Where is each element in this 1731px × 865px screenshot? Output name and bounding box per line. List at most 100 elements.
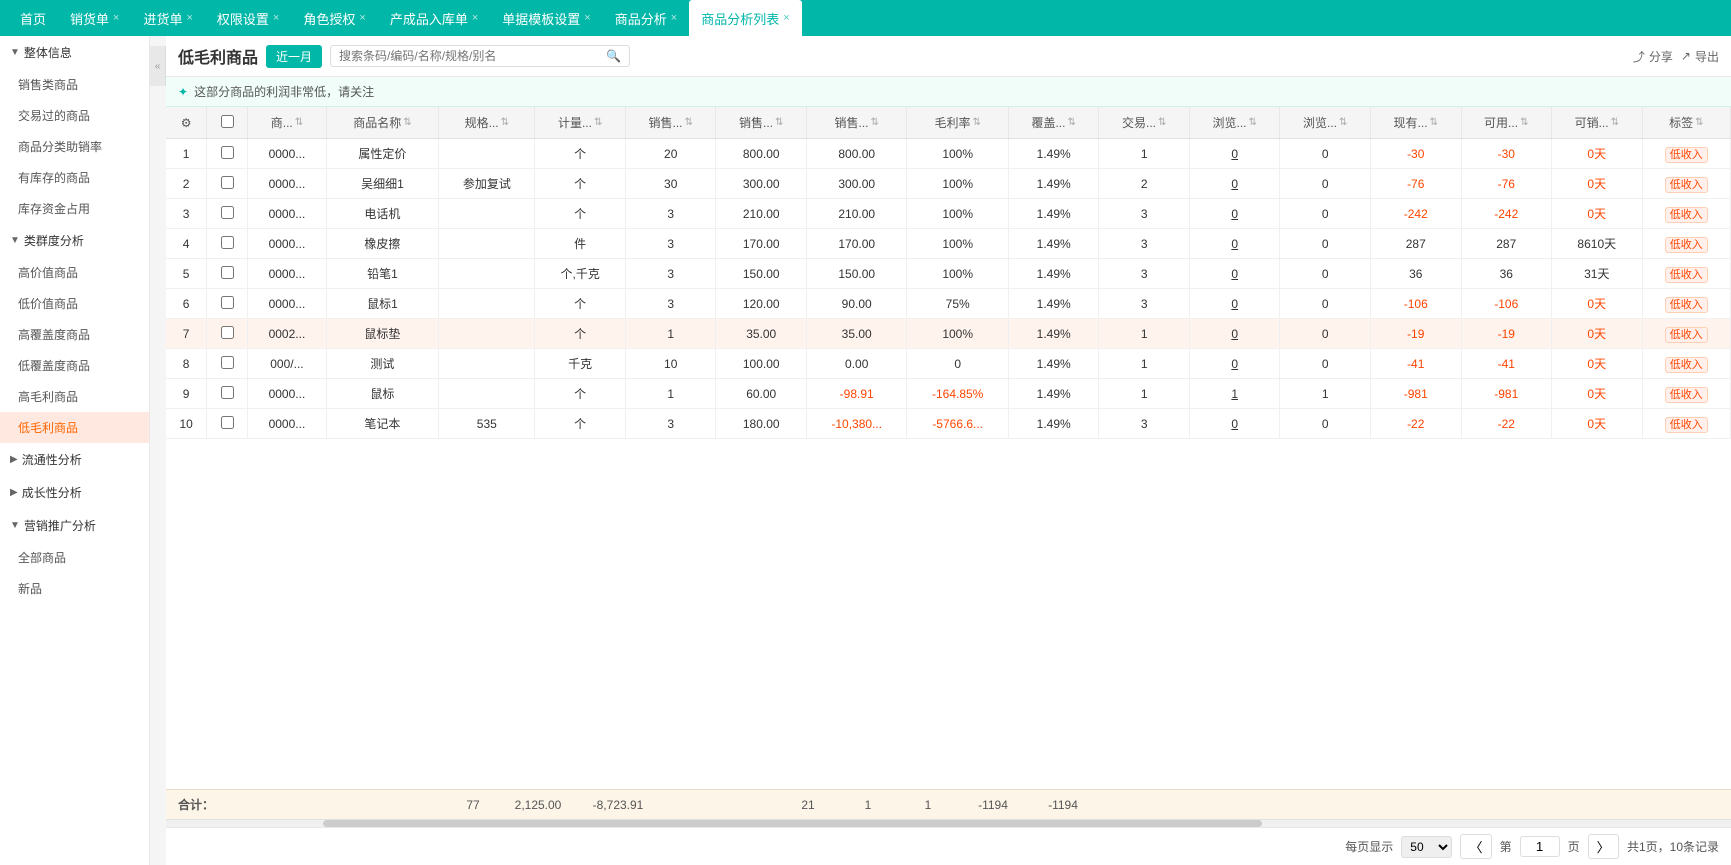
next-page-button[interactable]: 〉 [1588,834,1619,859]
col-transaction[interactable]: 交易...⇅ [1099,107,1190,139]
cell-browse1[interactable]: 0 [1189,409,1280,439]
nav-permission-settings[interactable]: 权限设置 × [205,0,291,36]
nav-product-analysis-list[interactable]: 商品分析列表 × [689,0,801,36]
browse1-link[interactable]: 0 [1231,177,1238,191]
cell-browse1[interactable]: 1 [1189,379,1280,409]
page-number-input[interactable] [1520,836,1560,857]
sidebar-item-high-margin[interactable]: 高毛利商品 [0,381,149,412]
browse1-link[interactable]: 0 [1231,207,1238,221]
cell-browse1[interactable]: 0 [1189,319,1280,349]
col-checkbox[interactable] [207,107,248,139]
cell-checkbox[interactable] [207,229,248,259]
sidebar-item-low-coverage[interactable]: 低覆盖度商品 [0,350,149,381]
browse1-link[interactable]: 0 [1231,417,1238,431]
nav-close-icon[interactable]: × [359,12,365,24]
cell-checkbox[interactable] [207,289,248,319]
browse1-link[interactable]: 0 [1231,357,1238,371]
date-filter-button[interactable]: 近一月 [266,45,322,68]
nav-template-settings[interactable]: 单据模板设置 × [490,0,602,36]
sidebar-group-circulation[interactable]: ▶ 流通性分析 [0,443,149,476]
search-icon[interactable]: 🔍 [606,49,621,63]
sidebar-item-high-coverage[interactable]: 高覆盖度商品 [0,319,149,350]
sidebar-item-category-rate[interactable]: 商品分类助销率 [0,131,149,162]
nav-sales-order[interactable]: 销货单 × [58,0,131,36]
col-saleable-days[interactable]: 可销...⇅ [1552,107,1643,139]
sidebar-item-stock-capital[interactable]: 库存资金占用 [0,193,149,224]
cell-browse1[interactable]: 0 [1189,259,1280,289]
sidebar-collapse-button[interactable]: « [150,46,166,86]
row-checkbox[interactable] [221,326,234,339]
row-checkbox[interactable] [221,236,234,249]
sidebar-item-sales-category[interactable]: 销售类商品 [0,69,149,100]
sidebar-group-overall[interactable]: ▼ 整体信息 [0,36,149,69]
cell-browse1[interactable]: 0 [1189,199,1280,229]
col-browse2[interactable]: 浏览...⇅ [1280,107,1371,139]
browse1-link[interactable]: 0 [1231,297,1238,311]
col-available-stock[interactable]: 可用...⇅ [1461,107,1552,139]
nav-close-icon[interactable]: × [273,12,279,24]
sidebar-item-traded[interactable]: 交易过的商品 [0,100,149,131]
sidebar-group-marketing[interactable]: ▼ 营销推广分析 [0,509,149,542]
browse1-link[interactable]: 0 [1231,237,1238,251]
browse1-link[interactable]: 1 [1231,387,1238,401]
nav-product-entry[interactable]: 产成品入库单 × [378,0,490,36]
nav-close-icon[interactable]: × [584,12,590,24]
nav-close-icon[interactable]: × [113,12,119,24]
nav-close-icon[interactable]: × [186,12,192,24]
row-checkbox[interactable] [221,146,234,159]
col-browse1[interactable]: 浏览...⇅ [1189,107,1280,139]
cell-browse1[interactable]: 0 [1189,349,1280,379]
col-product-code[interactable]: 商...⇅ [248,107,326,139]
col-settings[interactable]: ⚙ [166,107,207,139]
row-checkbox[interactable] [221,386,234,399]
search-input[interactable] [339,49,602,63]
cell-checkbox[interactable] [207,139,248,169]
col-gross-rate[interactable]: 毛利率⇅ [907,107,1009,139]
sidebar-item-high-value[interactable]: 高价值商品 [0,257,149,288]
sidebar-item-new-products[interactable]: 新品 [0,573,149,604]
export-button[interactable]: ↗ 导出 [1681,48,1719,65]
scrollbar-thumb[interactable] [323,820,1262,827]
nav-close-icon[interactable]: × [783,12,789,24]
cell-checkbox[interactable] [207,379,248,409]
cell-browse1[interactable]: 0 [1189,139,1280,169]
row-checkbox[interactable] [221,266,234,279]
row-checkbox[interactable] [221,176,234,189]
col-sale-cost[interactable]: 销售...⇅ [806,107,906,139]
nav-role-auth[interactable]: 角色授权 × [291,0,377,36]
cell-checkbox[interactable] [207,199,248,229]
sidebar-item-all-products[interactable]: 全部商品 [0,542,149,573]
browse1-link[interactable]: 0 [1231,267,1238,281]
col-unit[interactable]: 计量...⇅ [535,107,626,139]
cell-checkbox[interactable] [207,169,248,199]
row-checkbox[interactable] [221,356,234,369]
data-table-container[interactable]: ⚙ 商...⇅ 商品名称⇅ 规格...⇅ 计量...⇅ 销售...⇅ 销售...… [166,107,1731,789]
horizontal-scrollbar[interactable] [166,819,1731,827]
cell-checkbox[interactable] [207,319,248,349]
col-product-name[interactable]: 商品名称⇅ [326,107,439,139]
cell-checkbox[interactable] [207,259,248,289]
col-current-stock[interactable]: 现有...⇅ [1370,107,1461,139]
browse1-link[interactable]: 0 [1231,147,1238,161]
col-sale-qty[interactable]: 销售...⇅ [625,107,716,139]
browse1-link[interactable]: 0 [1231,327,1238,341]
nav-close-icon[interactable]: × [671,12,677,24]
cell-browse1[interactable]: 0 [1189,229,1280,259]
col-sale-amount[interactable]: 销售...⇅ [716,107,807,139]
nav-close-icon[interactable]: × [472,12,478,24]
per-page-select[interactable]: 50 20 100 [1401,836,1452,858]
cell-checkbox[interactable] [207,349,248,379]
nav-home[interactable]: 首页 [8,0,58,36]
col-coverage[interactable]: 覆盖...⇅ [1008,107,1099,139]
nav-product-analysis[interactable]: 商品分析 × [603,0,689,36]
sidebar-item-low-margin[interactable]: 低毛利商品 [0,412,149,443]
sidebar-item-low-value[interactable]: 低价值商品 [0,288,149,319]
nav-purchase-order[interactable]: 进货单 × [131,0,204,36]
cell-browse1[interactable]: 0 [1189,169,1280,199]
prev-page-button[interactable]: 〈 [1460,834,1491,859]
sidebar-item-in-stock[interactable]: 有库存的商品 [0,162,149,193]
row-checkbox[interactable] [221,206,234,219]
share-button[interactable]: ⤴ 分享 [1633,48,1673,65]
select-all-checkbox[interactable] [221,115,234,128]
col-spec[interactable]: 规格...⇅ [439,107,535,139]
